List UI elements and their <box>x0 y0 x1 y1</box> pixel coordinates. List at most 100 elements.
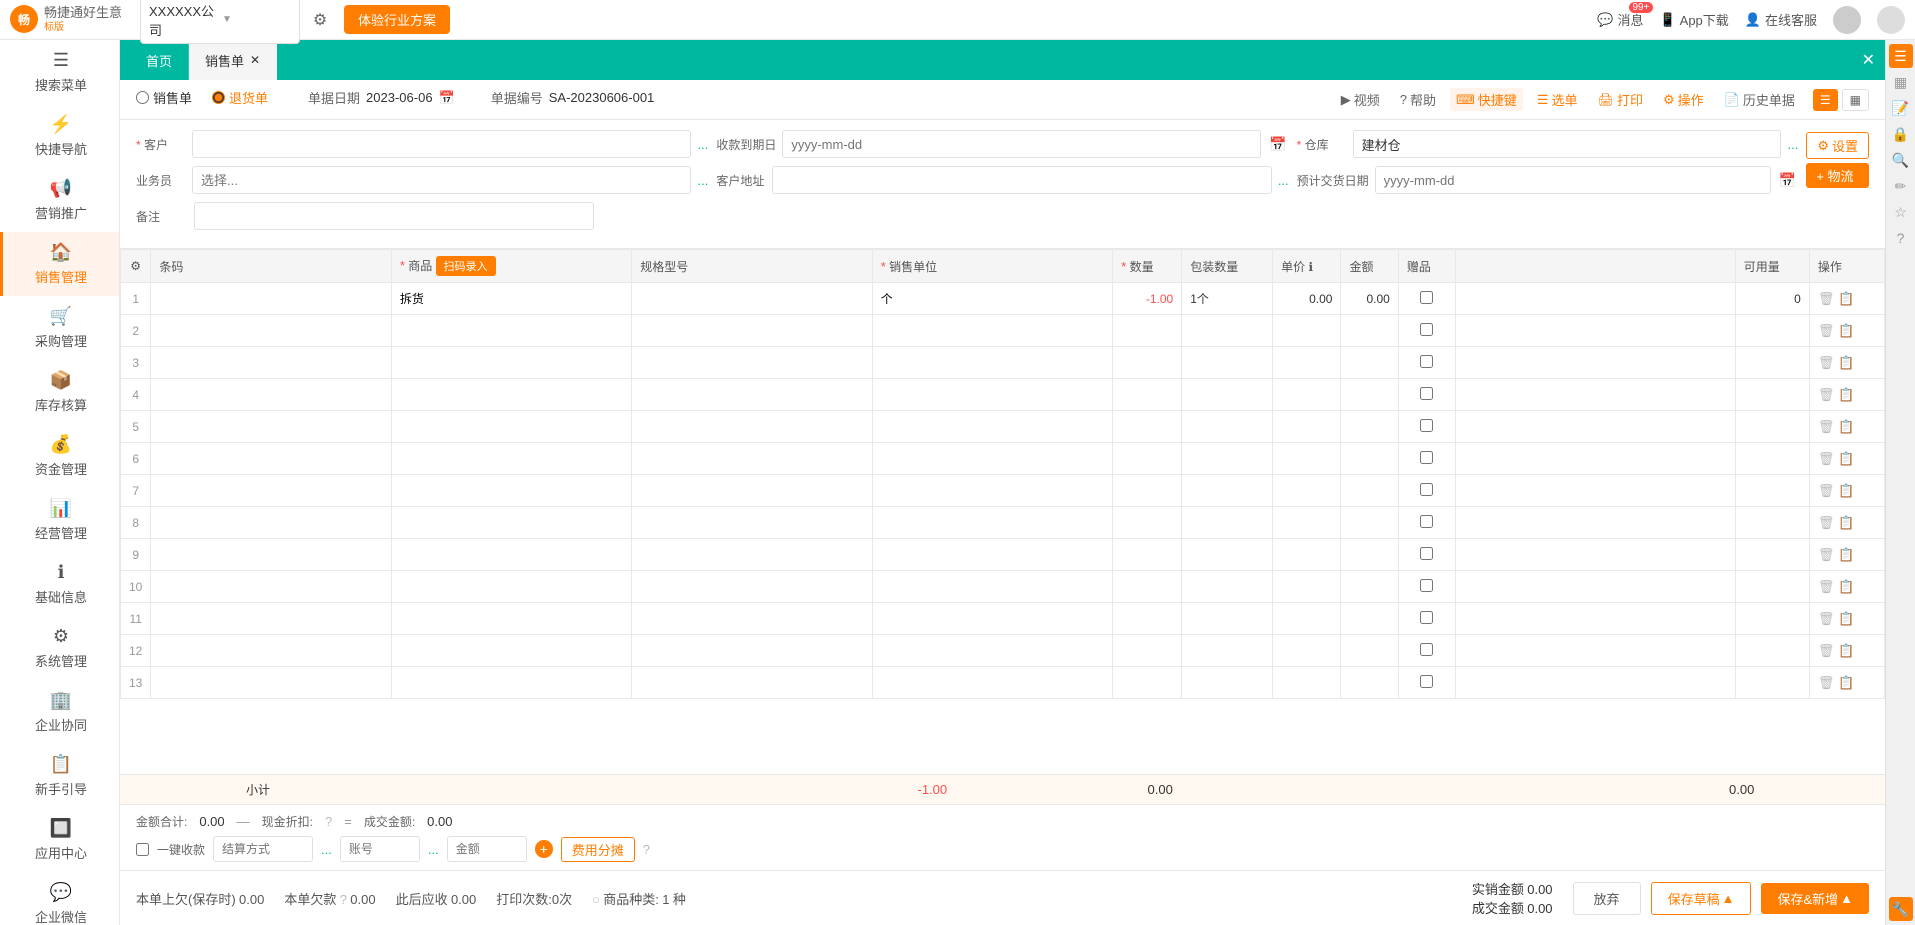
delete-row-icon[interactable]: 🗑 <box>1818 419 1835 435</box>
delete-row-icon[interactable]: 🗑 <box>1818 579 1835 595</box>
right-lock-icon[interactable]: 🔒 <box>1889 122 1913 146</box>
right-note-icon[interactable]: 📝 <box>1889 96 1913 120</box>
copy-row-icon[interactable]: 📋 <box>1838 291 1854 307</box>
row-product[interactable] <box>391 315 631 347</box>
row-barcode[interactable] <box>151 507 391 539</box>
avatar2[interactable] <box>1877 6 1905 34</box>
row-barcode[interactable] <box>151 539 391 571</box>
row-spec[interactable] <box>632 283 872 315</box>
row-product[interactable] <box>391 635 631 667</box>
row-unit-price[interactable] <box>1273 379 1341 411</box>
row-gift[interactable] <box>1398 347 1455 379</box>
warehouse-input[interactable] <box>1353 130 1782 158</box>
sidebar-item-enterprise[interactable]: 🏢 企业协同 <box>0 680 119 744</box>
sidebar-item-basic[interactable]: ℹ 基础信息 <box>0 552 119 616</box>
row-unit-price[interactable] <box>1273 571 1341 603</box>
row-pack-qty[interactable] <box>1182 539 1273 571</box>
grid-view-btn[interactable]: ▦ <box>1842 89 1869 111</box>
expected-date-calendar-icon[interactable]: 📅 <box>1777 170 1798 191</box>
row-unit[interactable] <box>872 283 1112 315</box>
sidebar-item-quick-nav[interactable]: ⚡ 快捷导航 <box>0 104 119 168</box>
setting-button[interactable]: ⚙ 设置 <box>1806 132 1869 159</box>
row-unit[interactable] <box>872 603 1112 635</box>
settings-button[interactable]: ⚙ <box>306 6 334 34</box>
row-unit-price[interactable] <box>1273 475 1341 507</box>
row-unit-price[interactable] <box>1273 347 1341 379</box>
radio-sales-input[interactable] <box>136 91 149 104</box>
row-unit[interactable] <box>872 379 1112 411</box>
row-unit-price[interactable] <box>1273 443 1341 475</box>
right-question-icon[interactable]: ? <box>1889 226 1913 250</box>
delete-row-icon[interactable]: 🗑 <box>1818 291 1835 307</box>
row-gift[interactable] <box>1398 603 1455 635</box>
row-pack-qty[interactable] <box>1182 411 1273 443</box>
sidebar-item-wechat[interactable]: 💬 企业微信 <box>0 872 119 925</box>
sidebar-item-finance[interactable]: 💰 资金管理 <box>0 424 119 488</box>
row-spec[interactable] <box>632 539 872 571</box>
copy-row-icon[interactable]: 📋 <box>1838 611 1854 627</box>
right-edit-icon[interactable]: ✏ <box>1889 174 1913 198</box>
tab-home[interactable]: 首页 <box>130 40 189 80</box>
sidebar-item-inventory[interactable]: 📦 库存核算 <box>0 360 119 424</box>
company-selector[interactable]: XXXXXX公司 ▼ <box>140 0 300 44</box>
row-gift[interactable] <box>1398 507 1455 539</box>
row-unit-price[interactable] <box>1273 315 1341 347</box>
row-barcode[interactable] <box>151 443 391 475</box>
row-product[interactable] <box>391 667 631 699</box>
row-amount[interactable] <box>1341 539 1398 571</box>
row-product[interactable] <box>391 571 631 603</box>
select-btn[interactable]: ☰ 选单 <box>1531 88 1584 111</box>
row-amount[interactable] <box>1341 347 1398 379</box>
row-pack-qty[interactable] <box>1182 347 1273 379</box>
addr-more-btn[interactable]: ... <box>1278 173 1289 188</box>
row-quantity[interactable] <box>1113 347 1182 379</box>
copy-row-icon[interactable]: 📋 <box>1838 387 1854 403</box>
customer-input[interactable] <box>192 130 691 158</box>
row-amount[interactable] <box>1341 411 1398 443</box>
row-gift[interactable] <box>1398 443 1455 475</box>
history-btn[interactable]: 📄 历史单据 <box>1718 88 1801 111</box>
shortcut-btn[interactable]: ⌨ 快捷键 <box>1450 88 1523 111</box>
row-gift[interactable] <box>1398 283 1455 315</box>
row-spec[interactable] <box>632 635 872 667</box>
sidebar-item-beginner[interactable]: 📋 新手引导 <box>0 744 119 808</box>
row-unit[interactable] <box>872 539 1112 571</box>
copy-row-icon[interactable]: 📋 <box>1838 675 1854 691</box>
row-quantity[interactable] <box>1113 635 1182 667</box>
row-gift[interactable] <box>1398 379 1455 411</box>
video-btn[interactable]: ▶ 视频 <box>1335 88 1386 111</box>
row-unit-price[interactable]: 0.00 <box>1273 283 1341 315</box>
copy-row-icon[interactable]: 📋 <box>1838 451 1854 467</box>
row-barcode[interactable] <box>151 475 391 507</box>
row-gift[interactable] <box>1398 475 1455 507</box>
row-quantity[interactable]: -1.00 <box>1113 283 1182 315</box>
row-unit-price[interactable] <box>1273 635 1341 667</box>
row-spec[interactable] <box>632 347 872 379</box>
row-gift[interactable] <box>1398 411 1455 443</box>
col-settings[interactable]: ⚙ <box>121 250 151 283</box>
delete-row-icon[interactable]: 🗑 <box>1818 515 1835 531</box>
delete-row-icon[interactable]: 🗑 <box>1818 355 1835 371</box>
tab-sales-order[interactable]: 销售单 ✕ <box>189 40 277 80</box>
row-amount[interactable] <box>1341 379 1398 411</box>
row-pack-qty[interactable] <box>1182 507 1273 539</box>
row-pack-qty[interactable] <box>1182 475 1273 507</box>
copy-row-icon[interactable]: 📋 <box>1838 419 1854 435</box>
discard-button[interactable]: 放弃 <box>1573 882 1641 915</box>
save-new-button[interactable]: 保存&新增 ▲ <box>1761 883 1869 914</box>
row-gift[interactable] <box>1398 571 1455 603</box>
delete-row-icon[interactable]: 🗑 <box>1818 643 1835 659</box>
radio-return-input[interactable] <box>212 91 225 104</box>
app-download-button[interactable]: 📱 App下载 <box>1659 10 1728 29</box>
right-star-icon[interactable]: ☆ <box>1889 200 1913 224</box>
expected-date-input[interactable] <box>1375 166 1771 194</box>
row-pack-qty[interactable] <box>1182 571 1273 603</box>
row-quantity[interactable] <box>1113 603 1182 635</box>
scan-button[interactable]: 扫码录入 <box>436 256 496 276</box>
row-product[interactable] <box>391 411 631 443</box>
row-amount[interactable] <box>1341 603 1398 635</box>
row-unit[interactable] <box>872 635 1112 667</box>
row-quantity[interactable] <box>1113 539 1182 571</box>
amount-input[interactable] <box>447 836 527 862</box>
row-quantity[interactable] <box>1113 379 1182 411</box>
